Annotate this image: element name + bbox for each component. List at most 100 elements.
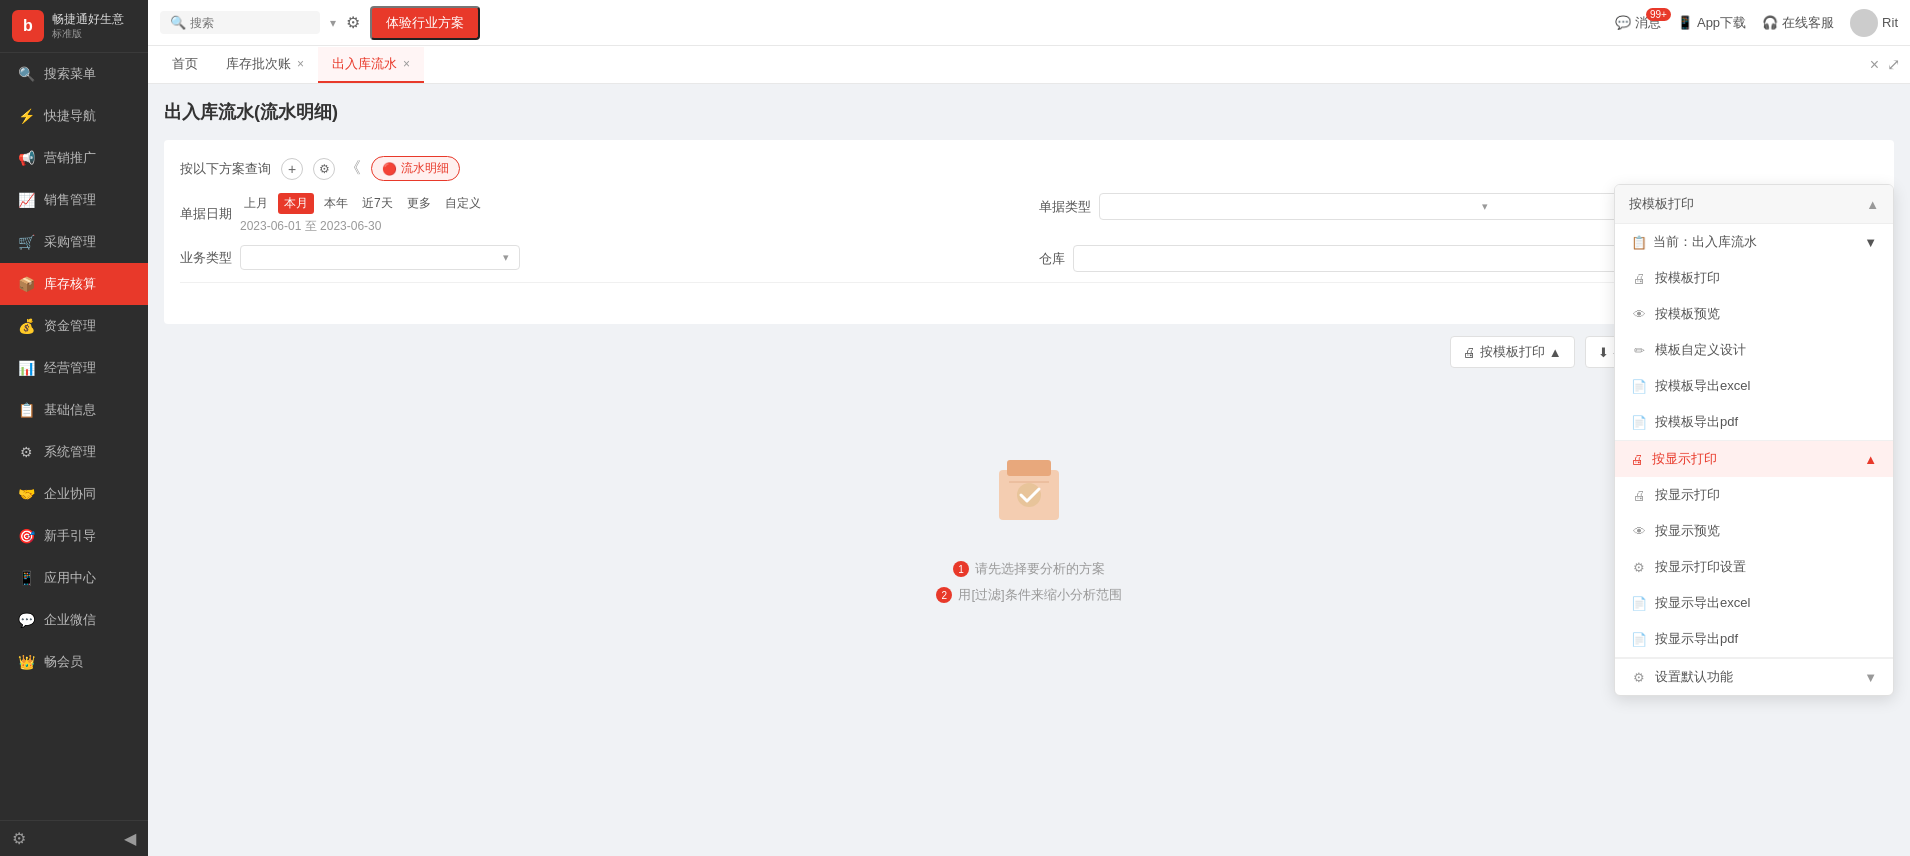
sidebar-item-system[interactable]: ⚙ 系统管理: [0, 431, 148, 473]
sidebar-item-marketing[interactable]: 📢 营销推广: [0, 137, 148, 179]
display-print-item[interactable]: 🖨 按显示打印: [1615, 477, 1893, 513]
voucher-type-label: 单据类型: [1039, 198, 1091, 216]
sidebar-item-label: 畅会员: [44, 653, 83, 671]
template-preview-item[interactable]: 👁 按模板预览: [1615, 296, 1893, 332]
print-button[interactable]: 🖨 按模板打印 ▲: [1450, 336, 1575, 368]
sidebar-item-enterprise[interactable]: 🤝 企业协同: [0, 473, 148, 515]
business-type-label: 业务类型: [180, 249, 232, 267]
date-option-lastmonth[interactable]: 上月: [240, 193, 272, 214]
empty-step-2: 2 用[过滤]条件来缩小分析范围: [936, 586, 1121, 604]
filter-settings-button[interactable]: ⚙: [313, 158, 335, 180]
pdf-icon: 📄: [1631, 414, 1647, 430]
app-download-button[interactable]: 📱 App下载: [1677, 14, 1746, 32]
date-option-custom[interactable]: 自定义: [441, 193, 485, 214]
trial-button[interactable]: 体验行业方案: [370, 6, 480, 40]
current-template-item[interactable]: 📋 当前：出入库流水 ▼: [1615, 224, 1893, 260]
sidebar-collapse-icon[interactable]: ◀: [124, 829, 136, 848]
topbar-search[interactable]: 🔍: [160, 11, 320, 34]
user-avatar-area[interactable]: Rit: [1850, 9, 1898, 37]
display-print-section: 🖨 按显示打印 👁 按显示预览 ⚙ 按显示打印设置 📄 按显示导出excel 📄: [1615, 477, 1893, 658]
main-area: 🔍 ▾ ⚙ 体验行业方案 💬 消息 99+ 📱 App下载 🎧 在线客服 Rit: [148, 0, 1910, 856]
page-title: 出入库流水(流水明细): [164, 100, 1894, 124]
tab-expand-btn[interactable]: ⤢: [1887, 55, 1900, 74]
tab-flow-close[interactable]: ×: [403, 57, 410, 71]
finance-icon: 💰: [16, 316, 36, 336]
sidebar-item-inventory[interactable]: 📦 库存核算: [0, 263, 148, 305]
sidebar-item-label: 经营管理: [44, 359, 96, 377]
search-input[interactable]: [190, 16, 310, 30]
search-icon: 🔍: [170, 15, 186, 30]
date-option-thisyear[interactable]: 本年: [320, 193, 352, 214]
avatar: [1850, 9, 1878, 37]
excel-icon: 📄: [1631, 378, 1647, 394]
tab-home[interactable]: 首页: [158, 47, 212, 83]
set-default-item[interactable]: ⚙ 设置默认功能 ▼: [1615, 658, 1893, 695]
sidebar-item-label: 基础信息: [44, 401, 96, 419]
business-select-arrow: ▾: [503, 251, 509, 264]
tab-stock-flow[interactable]: 出入库流水 ×: [318, 47, 424, 83]
tab-batch-account[interactable]: 库存批次账 ×: [212, 47, 318, 83]
template-print-item[interactable]: 🖨 按模板打印: [1615, 260, 1893, 296]
sidebar-item-basic[interactable]: 📋 基础信息: [0, 389, 148, 431]
sidebar-item-search[interactable]: 🔍 搜索菜单: [0, 53, 148, 95]
marketing-icon: 📢: [16, 148, 36, 168]
active-filter-tag[interactable]: 🔴 流水明细: [371, 156, 460, 181]
display-settings-icon: ⚙: [1631, 559, 1647, 575]
topbar-right: 💬 消息 99+ 📱 App下载 🎧 在线客服 Rit: [1615, 9, 1898, 37]
display-print-settings-item[interactable]: ⚙ 按显示打印设置: [1615, 549, 1893, 585]
display-excel-icon: 📄: [1631, 595, 1647, 611]
print-chevron-up: ▲: [1549, 345, 1562, 360]
sidebar-item-newguide[interactable]: 🎯 新手引导: [0, 515, 148, 557]
filter-tag-icon: 🔴: [382, 162, 397, 176]
date-option-7days[interactable]: 近7天: [358, 193, 397, 214]
display-export-excel-item[interactable]: 📄 按显示导出excel: [1615, 585, 1893, 621]
search-icon: 🔍: [16, 64, 36, 84]
display-export-pdf-item[interactable]: 📄 按显示导出pdf: [1615, 621, 1893, 657]
sidebar-item-shortcut[interactable]: ⚡ 快捷导航: [0, 95, 148, 137]
dropdown-collapse-arrow[interactable]: ▲: [1866, 197, 1879, 212]
sidebar-item-label: 库存核算: [44, 275, 96, 293]
date-option-more[interactable]: 更多: [403, 193, 435, 214]
sidebar-settings-icon[interactable]: ⚙: [12, 829, 26, 848]
topbar-settings-icon[interactable]: ⚙: [346, 13, 360, 32]
sidebar-item-sales[interactable]: 📈 销售管理: [0, 179, 148, 221]
display-preview-item[interactable]: 👁 按显示预览: [1615, 513, 1893, 549]
display-print-section-header[interactable]: 🖨 按显示打印 ▲: [1615, 441, 1893, 477]
message-button[interactable]: 💬 消息 99+: [1615, 14, 1661, 32]
tab-batch-close[interactable]: ×: [297, 57, 304, 71]
tab-close-btn[interactable]: ×: [1870, 56, 1879, 74]
template-export-pdf-item[interactable]: 📄 按模板导出pdf: [1615, 404, 1893, 440]
sidebar-item-label: 应用中心: [44, 569, 96, 587]
sidebar-item-member[interactable]: 👑 畅会员: [0, 641, 148, 683]
tabs-window-controls: × ⤢: [1870, 55, 1900, 74]
empty-icon: [979, 440, 1079, 540]
template-customize-item[interactable]: ✏ 模板自定义设计: [1615, 332, 1893, 368]
template-export-excel-item[interactable]: 📄 按模板导出excel: [1615, 368, 1893, 404]
sidebar-item-wechat[interactable]: 💬 企业微信: [0, 599, 148, 641]
display-section-collapse-icon[interactable]: ▲: [1864, 452, 1877, 467]
customize-icon: ✏: [1631, 342, 1647, 358]
date-options: 上月 本月 本年 近7天 更多 自定义: [240, 193, 485, 214]
filter-collapse-btn[interactable]: 《: [345, 158, 361, 179]
sidebar-item-appcenter[interactable]: 📱 应用中心: [0, 557, 148, 599]
tab-bar: 首页 库存批次账 × 出入库流水 × × ⤢: [148, 46, 1910, 84]
sidebar-item-purchase[interactable]: 🛒 采购管理: [0, 221, 148, 263]
filter-date-field: 单据日期 上月 本月 本年 近7天 更多 自定义 2023-06-01 至 20…: [180, 193, 1019, 235]
filter-add-button[interactable]: +: [281, 158, 303, 180]
sidebar-item-operation[interactable]: 📊 经营管理: [0, 347, 148, 389]
current-template-icon: 📋: [1631, 235, 1647, 250]
sidebar-item-label: 采购管理: [44, 233, 96, 251]
newguide-icon: 🎯: [16, 526, 36, 546]
set-default-arrow: ▼: [1864, 670, 1877, 685]
topbar-dropdown-arrow[interactable]: ▾: [330, 16, 336, 30]
basic-icon: 📋: [16, 400, 36, 420]
sidebar-bottom: ⚙ ◀: [0, 820, 148, 856]
service-button[interactable]: 🎧 在线客服: [1762, 14, 1834, 32]
printer-icon: 🖨: [1631, 270, 1647, 286]
date-range: 2023-06-01 至 2023-06-30: [240, 218, 485, 235]
sidebar-item-finance[interactable]: 💰 资金管理: [0, 305, 148, 347]
business-type-select[interactable]: ▾: [240, 245, 520, 270]
date-option-thismonth[interactable]: 本月: [278, 193, 314, 214]
voucher-select-arrow: ▾: [1482, 200, 1488, 213]
message-badge: 99+: [1646, 8, 1671, 21]
